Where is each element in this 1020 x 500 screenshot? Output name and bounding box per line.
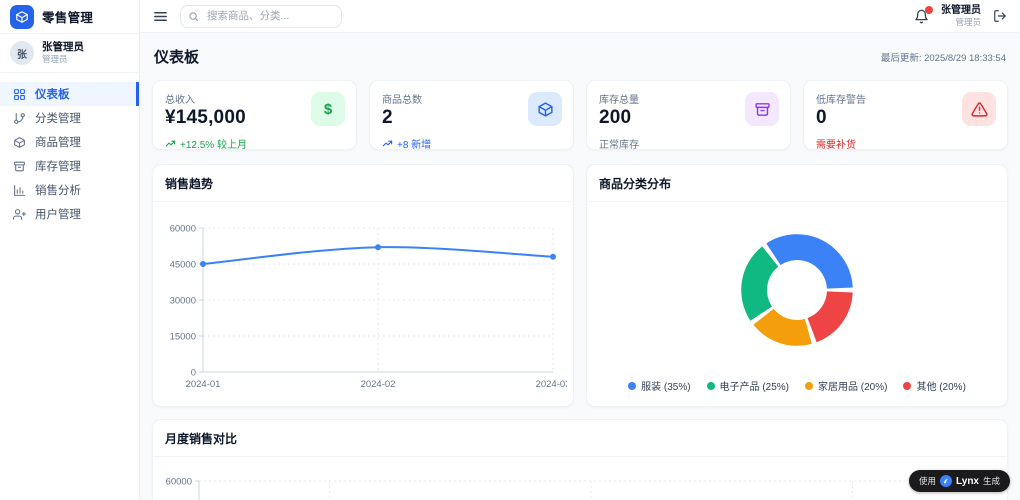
notification-dot xyxy=(925,6,933,14)
sidebar-item-dashboard[interactable]: 仪表板 xyxy=(0,82,139,106)
users-icon xyxy=(13,208,26,221)
search-icon xyxy=(188,11,199,22)
sidebar-item-analytics[interactable]: 销售分析 xyxy=(0,178,139,202)
svg-text:45000: 45000 xyxy=(170,260,196,271)
hamburger-icon xyxy=(153,9,168,24)
chart-title: 销售趋势 xyxy=(153,165,573,202)
svg-text:2024-01: 2024-01 xyxy=(186,379,221,390)
app-logo-row: 零售管理 xyxy=(0,0,139,34)
sidebar-item-label: 用户管理 xyxy=(35,206,81,222)
legend-item[interactable]: 家居用品 (20%) xyxy=(805,378,887,393)
search-box xyxy=(180,5,342,28)
archive-icon xyxy=(745,92,779,126)
monthly-comparison-chart: 60000 xyxy=(153,457,993,500)
svg-text:60000: 60000 xyxy=(166,477,192,488)
stat-card-low-stock: 低库存警告 0 需要补货 xyxy=(803,80,1008,150)
sidebar-item-products[interactable]: 商品管理 xyxy=(0,130,139,154)
product-icon xyxy=(13,136,26,149)
logout-button[interactable] xyxy=(993,9,1007,23)
category-icon xyxy=(13,112,26,125)
notifications-button[interactable] xyxy=(914,9,929,24)
legend-item[interactable]: 服装 (35%) xyxy=(628,378,690,393)
stat-card-products: 商品总数 2 +8 新增 xyxy=(369,80,574,150)
header-user-role: 管理员 xyxy=(941,17,981,27)
header-user: 张管理员 管理员 xyxy=(941,5,981,27)
legend-dot xyxy=(707,382,715,390)
sidebar-item-label: 商品管理 xyxy=(35,134,81,150)
stat-cards: 总收入 ¥145,000 +12.5% 较上月 $ 商品总数 2 +8 新增 库… xyxy=(152,80,1008,150)
header-user-name: 张管理员 xyxy=(941,5,981,17)
sidebar-item-inventory[interactable]: 库存管理 xyxy=(0,154,139,178)
lynx-logo-icon xyxy=(940,475,952,487)
analytics-icon xyxy=(13,184,26,197)
legend-dot xyxy=(805,382,813,390)
last-updated: 最后更新: 2025/8/29 18:33:54 xyxy=(881,50,1006,64)
sidebar-item-label: 销售分析 xyxy=(35,182,81,198)
sidebar-user-card: 张 张管理员 管理员 xyxy=(0,34,139,73)
app-logo-icon xyxy=(10,5,34,29)
monthly-comparison-card: 月度销售对比 60000 xyxy=(152,419,1008,500)
legend-dot xyxy=(628,382,636,390)
svg-text:15000: 15000 xyxy=(170,332,196,343)
logout-icon xyxy=(993,9,1007,23)
badge-suffix: 生成 xyxy=(983,475,1000,487)
stat-card-revenue: 总收入 ¥145,000 +12.5% 较上月 $ xyxy=(152,80,357,150)
user-name: 张管理员 xyxy=(42,41,84,54)
lynx-badge[interactable]: 使用 Lynx 生成 xyxy=(909,470,1010,492)
top-header: 张管理员 管理员 xyxy=(140,0,1020,33)
sales-trend-line-chart: 0 15000 30000 45000 60000 2024-01 2024-02 2024-… xyxy=(157,210,567,400)
legend-label: 家居用品 (20%) xyxy=(818,378,887,393)
sidebar-nav: 仪表板 分类管理 商品管理 库存管理 销售分析 用户管理 xyxy=(0,73,139,226)
avatar: 张 xyxy=(10,41,34,65)
category-distribution-card: 商品分类分布 服装 (35%) 电子产品 (25%) 家居用品 (20%) 其他 (2… xyxy=(586,164,1008,407)
inventory-icon xyxy=(13,160,26,173)
alert-triangle-icon xyxy=(962,92,996,126)
app-title: 零售管理 xyxy=(42,7,93,26)
chart-title: 月度销售对比 xyxy=(153,420,1007,457)
sidebar-item-label: 库存管理 xyxy=(35,158,81,174)
svg-text:0: 0 xyxy=(191,368,196,379)
legend-dot xyxy=(903,382,911,390)
stat-trend: 正常库存 xyxy=(599,136,778,151)
badge-prefix: 使用 xyxy=(919,475,936,487)
stat-trend: 需要补货 xyxy=(816,136,995,151)
sidebar: 零售管理 张 张管理员 管理员 仪表板 分类管理 商品管理 库存管理 销售分析 xyxy=(0,0,140,500)
user-role: 管理员 xyxy=(42,54,84,64)
trending-up-icon xyxy=(165,138,176,149)
badge-brand: Lynx xyxy=(956,476,979,487)
legend-label: 电子产品 (25%) xyxy=(720,378,789,393)
hamburger-menu-button[interactable] xyxy=(153,9,168,24)
svg-text:2024-02: 2024-02 xyxy=(361,379,396,390)
donut-legend: 服装 (35%) 电子产品 (25%) 家居用品 (20%) 其他 (20%) xyxy=(587,378,1007,406)
category-donut-chart xyxy=(735,228,859,352)
legend-item[interactable]: 电子产品 (25%) xyxy=(707,378,789,393)
search-input[interactable] xyxy=(180,5,342,28)
sidebar-item-label: 分类管理 xyxy=(35,110,81,126)
package-icon xyxy=(528,92,562,126)
svg-text:60000: 60000 xyxy=(170,224,196,235)
legend-item[interactable]: 其他 (20%) xyxy=(903,378,965,393)
dollar-icon: $ xyxy=(311,92,345,126)
page-title: 仪表板 xyxy=(154,46,199,67)
svg-text:30000: 30000 xyxy=(170,296,196,307)
svg-text:2024-03: 2024-03 xyxy=(536,379,567,390)
sidebar-item-users[interactable]: 用户管理 xyxy=(0,202,139,226)
trending-up-icon xyxy=(382,138,393,149)
stat-trend: +12.5% 较上月 xyxy=(165,136,344,151)
stat-card-inventory: 库存总量 200 正常库存 xyxy=(586,80,791,150)
chart-title: 商品分类分布 xyxy=(587,165,1007,202)
dashboard-icon xyxy=(13,88,26,101)
sales-trend-card: 销售趋势 0 15000 30000 45000 60000 2024-01 2024-02… xyxy=(152,164,574,407)
stat-trend: +8 新增 xyxy=(382,136,561,151)
sidebar-item-categories[interactable]: 分类管理 xyxy=(0,106,139,130)
legend-label: 其他 (20%) xyxy=(916,378,965,393)
main-content: 仪表板 最后更新: 2025/8/29 18:33:54 总收入 ¥145,00… xyxy=(140,33,1020,500)
sidebar-item-label: 仪表板 xyxy=(35,86,70,102)
legend-label: 服装 (35%) xyxy=(641,378,690,393)
